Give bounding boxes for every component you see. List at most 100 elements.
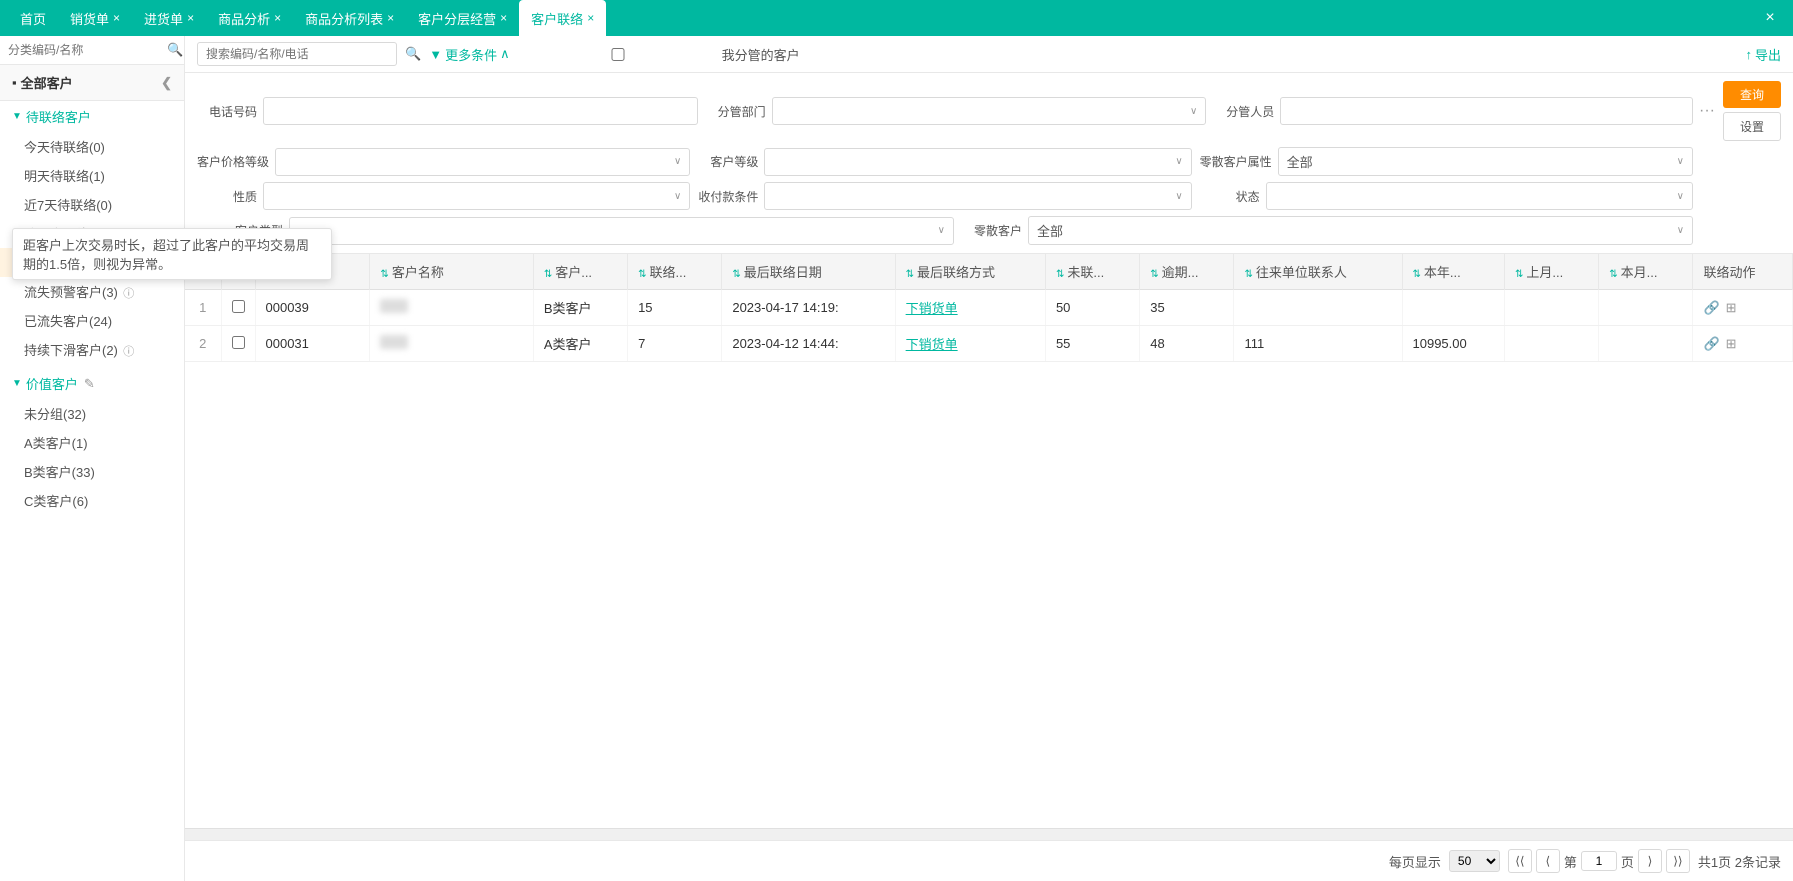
value-group-title[interactable]: ▼ 价值客户 ✎ [0,368,184,399]
manager-input[interactable] [1280,97,1693,125]
nav-sales-close[interactable]: × [113,11,120,25]
price-grade-select[interactable]: ∨ [275,148,690,176]
all-customers-title[interactable]: ▪ 全部客户 ❮ [0,65,184,101]
last-page-btn[interactable]: ⟩⟩ [1666,849,1690,873]
sidebar-item-c-class[interactable]: C类客户(6) [0,486,184,515]
col-contacts[interactable]: ⇅往来单位联系人 [1234,254,1402,290]
cell-name [370,326,533,362]
sidebar-item-tomorrow[interactable]: 明天待联络(1) [0,161,184,190]
sidebar-search-input[interactable] [8,43,163,57]
nav-customer-contact-close[interactable]: × [587,11,594,25]
col-overdue[interactable]: ⇅逾期... [1140,254,1234,290]
cell-overdue: 35 [1140,290,1234,326]
sidebar-item-churned[interactable]: 已流失客户(24) [0,306,184,335]
col-this-month[interactable]: ⇅本月... [1599,254,1693,290]
action-link-icon[interactable]: 🔗 [1703,300,1719,316]
window-close-button[interactable]: × [1755,3,1785,33]
nav-product-analysis-close[interactable]: × [274,11,281,25]
col-contact-count[interactable]: ⇅联络... [628,254,722,290]
last-method-link[interactable]: 下销货单 [906,337,958,352]
first-page-btn[interactable]: ⟨⟨ [1508,849,1532,873]
nav-customer-segment-close[interactable]: × [500,11,507,25]
sidebar-item-ungrouped[interactable]: 未分组(32) [0,399,184,428]
gender-select[interactable]: ∨ [263,182,690,210]
sidebar-item-declining[interactable]: 持续下滑客户(2) ⓘ [0,335,184,364]
col-this-year[interactable]: ⇅本年... [1402,254,1504,290]
settings-button[interactable]: 设置 [1723,112,1781,141]
status-label: 状态 [1200,188,1260,205]
customer-table: ⚙ ⇅客户编码 ⇅客户名称 ⇅客户... ⇅联络... ⇅最后联络日期 ⇅最后联… [185,254,1793,362]
last-method-link[interactable]: 下销货单 [906,301,958,316]
nav-customer-contact[interactable]: 客户联络 × [519,0,606,36]
sort-contact-icon: ⇅ [638,269,646,280]
filter-status: 状态 ∨ [1200,182,1693,210]
filter-phone: 电话号码 [197,97,698,125]
pending-group-arrow: ▼ [12,111,22,122]
query-button[interactable]: 查询 [1723,81,1781,108]
declining-info[interactable]: ⓘ [123,346,134,358]
horizontal-scrollbar[interactable] [185,828,1793,840]
sidebar-item-a-class[interactable]: A类客户(1) [0,428,184,457]
col-uncontacted[interactable]: ⇅未联... [1045,254,1139,290]
nav-customer-segment[interactable]: 客户分层经营 × [406,0,519,36]
table-container: ⚙ ⇅客户编码 ⇅客户名称 ⇅客户... ⇅联络... ⇅最后联络日期 ⇅最后联… [185,254,1793,828]
filter-dept: 分管部门 ∨ [706,97,1207,125]
search-input[interactable] [197,42,397,66]
col-name[interactable]: ⇅客户名称 [370,254,533,290]
retail-attr-select[interactable]: 全部 ∨ [1278,147,1693,176]
per-page-select[interactable]: 50 20 100 [1449,850,1500,872]
payment-select[interactable]: ∨ [764,182,1191,210]
sidebar-item-b-class[interactable]: B类客户(33) [0,457,184,486]
cell-actions: 🔗 ⊞ [1693,326,1793,362]
col-last-month[interactable]: ⇅上月... [1504,254,1598,290]
col-last-method[interactable]: ⇅最后联络方式 [895,254,1045,290]
nav-purchase-close[interactable]: × [187,11,194,25]
action-more-icon[interactable]: ⊞ [1726,336,1737,352]
sidebar-item-today[interactable]: 今天待联络(0) [0,132,184,161]
more-conditions-btn[interactable]: ▼ 更多条件 ∧ [429,45,509,64]
customer-type-select[interactable]: ∨ [289,217,954,245]
filter-icon: ▼ [429,47,442,62]
nav-product-analysis[interactable]: 商品分析 × [206,0,293,36]
retail-customer-select[interactable]: 全部 ∨ [1028,216,1693,245]
next-page-btn[interactable]: ⟩ [1638,849,1662,873]
sidebar-item-churn-warning[interactable]: 流失预警客户(3) ⓘ [0,277,184,306]
status-select[interactable]: ∨ [1266,182,1693,210]
manager-label: 分管人员 [1214,103,1274,120]
action-more-icon[interactable]: ⊞ [1726,300,1737,316]
search-submit-icon[interactable]: 🔍 [405,46,421,62]
dept-select[interactable]: ∨ [772,97,1207,125]
filter-price-grade: 客户价格等级 ∨ [197,148,690,176]
my-customers-filter: 我分管的客户 [518,45,800,64]
nav-product-analysis-list[interactable]: 商品分析列表 × [293,0,406,36]
nav-purchase[interactable]: 进货单 × [132,0,206,36]
col-type[interactable]: ⇅客户... [533,254,627,290]
prev-page-btn[interactable]: ⟨ [1536,849,1560,873]
filter-customer-type: 客户类型 ∨ [223,217,954,245]
row-checkbox[interactable] [232,336,245,349]
nav-sales[interactable]: 销货单 × [58,0,132,36]
search-bar: 🔍 ▼ 更多条件 ∧ 我分管的客户 ↑ 导出 [185,36,1793,73]
more-conditions-chevron: ∧ [500,46,510,62]
nav-home[interactable]: 首页 [8,0,58,36]
customer-grade-select[interactable]: ∨ [764,148,1191,176]
dept-label: 分管部门 [706,103,766,120]
pending-group-title[interactable]: ▼ 待联络客户 [0,101,184,132]
churn-warning-info[interactable]: ⓘ [123,288,134,300]
phone-input[interactable] [263,97,698,125]
sidebar-item-7days[interactable]: 近7天待联络(0) [0,190,184,219]
row-checkbox[interactable] [232,300,245,313]
sidebar-search-icon[interactable]: 🔍 [167,42,183,58]
page-number-input[interactable] [1581,851,1617,871]
manager-more-icon[interactable]: ··· [1699,102,1715,120]
nav-product-analysis-list-close[interactable]: × [387,11,394,25]
sidebar-search-container: 🔍 [0,36,184,65]
action-link-icon[interactable]: 🔗 [1703,336,1719,352]
filter-customer-grade: 客户等级 ∨ [698,148,1191,176]
sidebar-collapse-icon[interactable]: ❮ [161,75,172,91]
my-customers-checkbox[interactable] [518,48,718,61]
value-group-edit[interactable]: ✎ [84,376,95,392]
col-last-date[interactable]: ⇅最后联络日期 [722,254,895,290]
export-icon: ↑ [1745,47,1752,62]
export-button[interactable]: ↑ 导出 [1745,45,1781,64]
